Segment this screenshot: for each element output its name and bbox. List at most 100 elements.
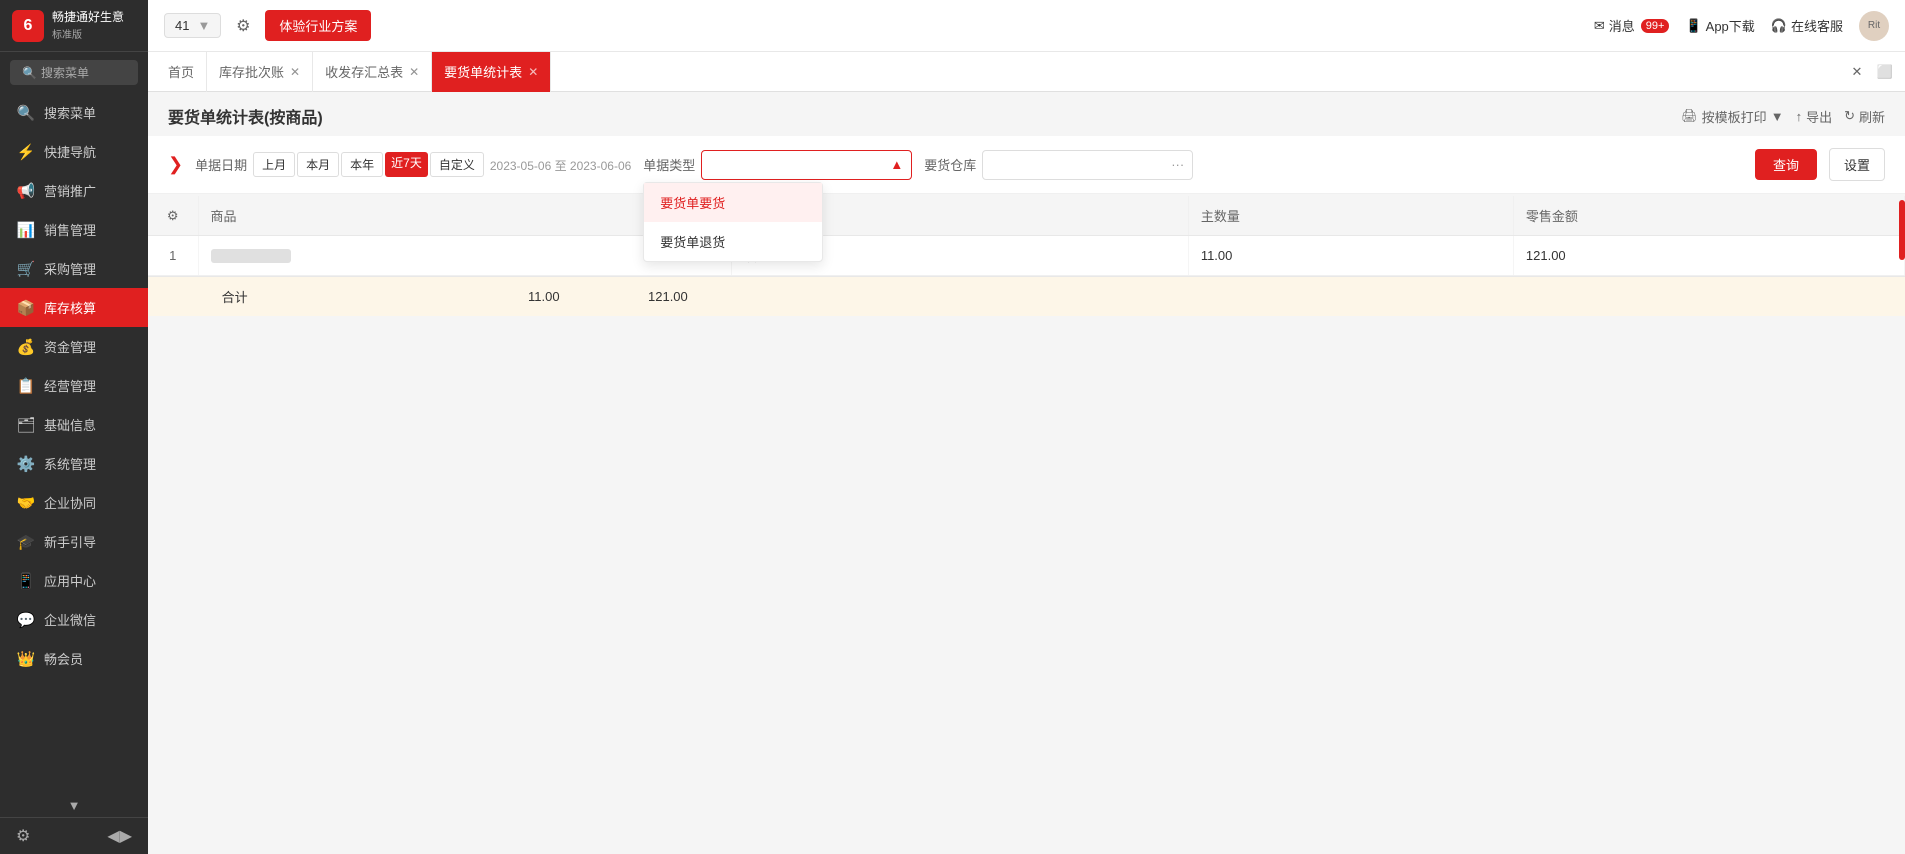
messages-icon: ✉ (1594, 18, 1605, 34)
nav-label-quicknav: 快捷导航 (44, 142, 96, 161)
user-avatar-text: Rit (1868, 20, 1880, 31)
filter-settings-btn[interactable]: 设置 (1829, 148, 1885, 181)
sidebar-item-operations[interactable]: 📋经营管理 (0, 366, 148, 405)
sidebar-item-guide[interactable]: 🎓 新手引导 (0, 522, 148, 561)
warehouse-filter-label: 要货仓库 (924, 155, 976, 174)
current-month-btn[interactable]: 本月 (297, 152, 339, 177)
nav-icon-appcenter: 📱 (16, 572, 36, 590)
col-settings-header[interactable]: ⚙ (148, 196, 198, 236)
sidebar-item-sales[interactable]: 📊销售管理 (0, 210, 148, 249)
nav-label-appcenter: 应用中心 (44, 571, 96, 590)
messages-label: 消息 (1609, 16, 1635, 35)
query-btn[interactable]: 查询 (1755, 149, 1817, 180)
custom-btn[interactable]: 自定义 (430, 152, 484, 177)
sidebar-item-marketing[interactable]: 📢营销推广 (0, 171, 148, 210)
sidebar-item-inventory[interactable]: 📦 库存核算 (0, 288, 148, 327)
doctype-input-wrap: ▲ (701, 150, 912, 180)
last-month-btn[interactable]: 上月 (253, 152, 295, 177)
sidebar-search[interactable]: 🔍 搜索菜单 (10, 60, 138, 85)
online-service-btn[interactable]: 🎧 在线客服 (1771, 16, 1843, 35)
refresh-icon: ↻ (1844, 108, 1855, 124)
nav-label-inventory: 库存核算 (44, 298, 96, 317)
cell-amount-0: 121.00 (1513, 236, 1904, 276)
tab-order-stats[interactable]: 要货单统计表✕ (432, 52, 551, 92)
app-logo: 6 畅捷通好生意 标准版 (0, 0, 148, 52)
trial-btn[interactable]: 体验行业方案 (265, 10, 371, 41)
filter-toggle-btn[interactable]: ❯ (168, 154, 183, 175)
page-actions: 🖨 按模板打印 ▼ ↑ 导出 ↻ 刷新 (1681, 107, 1885, 126)
nav-label-search: 搜索菜单 (44, 103, 96, 122)
nav-icon-finance: 💰 (16, 338, 36, 356)
nav-label-wechat: 企业微信 (44, 610, 96, 629)
nav-icon-inventory: 📦 (16, 299, 36, 317)
sidebar-item-finance[interactable]: 💰 资金管理 (0, 327, 148, 366)
tab-expand-btn[interactable]: ⬜ (1873, 60, 1897, 84)
sidebar-scroll-down[interactable]: ▼ (0, 794, 148, 817)
data-table: ⚙ 商品 主计量单位 主数量 零售金额 1 块 11.00 121.00 (148, 196, 1905, 276)
logo-icon: 6 (12, 10, 44, 42)
nav-icon-basics: 🗂 (16, 416, 36, 434)
sidebar-item-basics[interactable]: 🗂基础信息 (0, 405, 148, 444)
nav-icon-operations: 📋 (16, 377, 36, 395)
sidebar-item-enterprise[interactable]: 🤝企业协同 (0, 483, 148, 522)
warehouse-input[interactable] (991, 157, 1167, 172)
sidebar-item-wechat[interactable]: 💬 企业微信 (0, 600, 148, 639)
7days-badge-btn[interactable]: 近7天 (385, 152, 428, 177)
sidebar-item-search[interactable]: 🔍搜索菜单 (0, 93, 148, 132)
tab-close-all-btn[interactable]: ✕ (1845, 60, 1869, 84)
tab-home[interactable]: 首页 (156, 52, 207, 92)
dropdown-item-1[interactable]: 要货单退货 (644, 222, 822, 261)
sidebar-item-quicknav[interactable]: ⚡ 快捷导航 (0, 132, 148, 171)
current-year-btn[interactable]: 本年 (341, 152, 383, 177)
nav-label-sales: 销售管理 (44, 220, 96, 239)
doctype-input[interactable] (710, 157, 886, 172)
tab-label-summary: 收发存汇总表 (325, 62, 403, 81)
tab-summary[interactable]: 收发存汇总表 ✕ (313, 52, 432, 92)
nav-icon-enterprise: 🤝 (16, 494, 36, 512)
messages-badge: 99+ (1641, 19, 1670, 33)
doctype-arrow-icon[interactable]: ▲ (890, 157, 903, 172)
sidebar-item-membership[interactable]: 👑畅会员 (0, 639, 148, 678)
topbar: 41 ▼ ⚙ 体验行业方案 ✉ 消息 99+ 📱 App下载 🎧 在线客服 Ri… (148, 0, 1905, 52)
print-label: 按模板打印 (1702, 107, 1767, 126)
tab-close-batch[interactable]: ✕ (290, 65, 300, 79)
refresh-btn[interactable]: ↻ 刷新 (1844, 107, 1885, 126)
filter-bar: ❯ 单据日期 上月 本月 本年 近7天 自定义 2023-05-06 至 202… (148, 136, 1905, 194)
user-avatar[interactable]: Rit (1859, 11, 1889, 41)
nav-icon-marketing: 📢 (16, 182, 36, 200)
nav-label-guide: 新手引导 (44, 532, 96, 551)
print-btn[interactable]: 🖨 按模板打印 ▼ (1681, 107, 1783, 126)
export-btn[interactable]: ↑ 导出 (1796, 107, 1833, 126)
tab-label-batch: 库存批次账 (219, 62, 284, 81)
footer-amount: 121.00 (648, 289, 748, 304)
col-amount-header: 零售金额 (1513, 196, 1904, 236)
nav-label-purchase: 采购管理 (44, 259, 96, 278)
nav-icon-guide: 🎓 (16, 533, 36, 551)
sidebar-item-purchase[interactable]: 🛒采购管理 (0, 249, 148, 288)
messages-btn[interactable]: ✉ 消息 99+ (1594, 16, 1670, 35)
sidebar-item-system[interactable]: ⚙️系统管理 (0, 444, 148, 483)
cell-no-0: 1 (148, 236, 198, 276)
tab-close-summary[interactable]: ✕ (409, 65, 419, 79)
selector-arrow-icon: ▼ (197, 18, 210, 33)
app-download-btn[interactable]: 📱 App下载 (1685, 16, 1754, 35)
page-header: 要货单统计表(按商品) 🖨 按模板打印 ▼ ↑ 导出 ↻ 刷新 (148, 92, 1905, 136)
topbar-settings-btn[interactable]: ⚙ (229, 12, 257, 40)
nav-icon-quicknav: ⚡ (16, 143, 36, 161)
dropdown-item-0[interactable]: 要货单要货 (644, 183, 822, 222)
sidebar-item-appcenter[interactable]: 📱 应用中心 (0, 561, 148, 600)
tab-label-home: 首页 (168, 62, 194, 81)
topbar-left: 41 ▼ ⚙ 体验行业方案 (164, 10, 371, 41)
footer-label: 合计 (168, 287, 388, 306)
date-filter-group: 单据日期 上月 本月 本年 近7天 自定义 2023-05-06 至 2023-… (195, 152, 631, 177)
tab-batch[interactable]: 库存批次账 ✕ (207, 52, 313, 92)
nav-icon-wechat: 💬 (16, 611, 36, 629)
collapse-icon[interactable]: ◀▶ (107, 826, 132, 846)
footer-quantity: 11.00 (528, 289, 648, 304)
tab-close-order-stats[interactable]: ✕ (528, 65, 538, 79)
store-selector[interactable]: 41 ▼ (164, 13, 221, 38)
warehouse-more-icon[interactable]: ··· (1171, 157, 1184, 172)
nav-label-finance: 资金管理 (44, 337, 96, 356)
settings-icon[interactable]: ⚙ (16, 826, 30, 846)
footer-amount-value: 121.00 (648, 289, 688, 304)
